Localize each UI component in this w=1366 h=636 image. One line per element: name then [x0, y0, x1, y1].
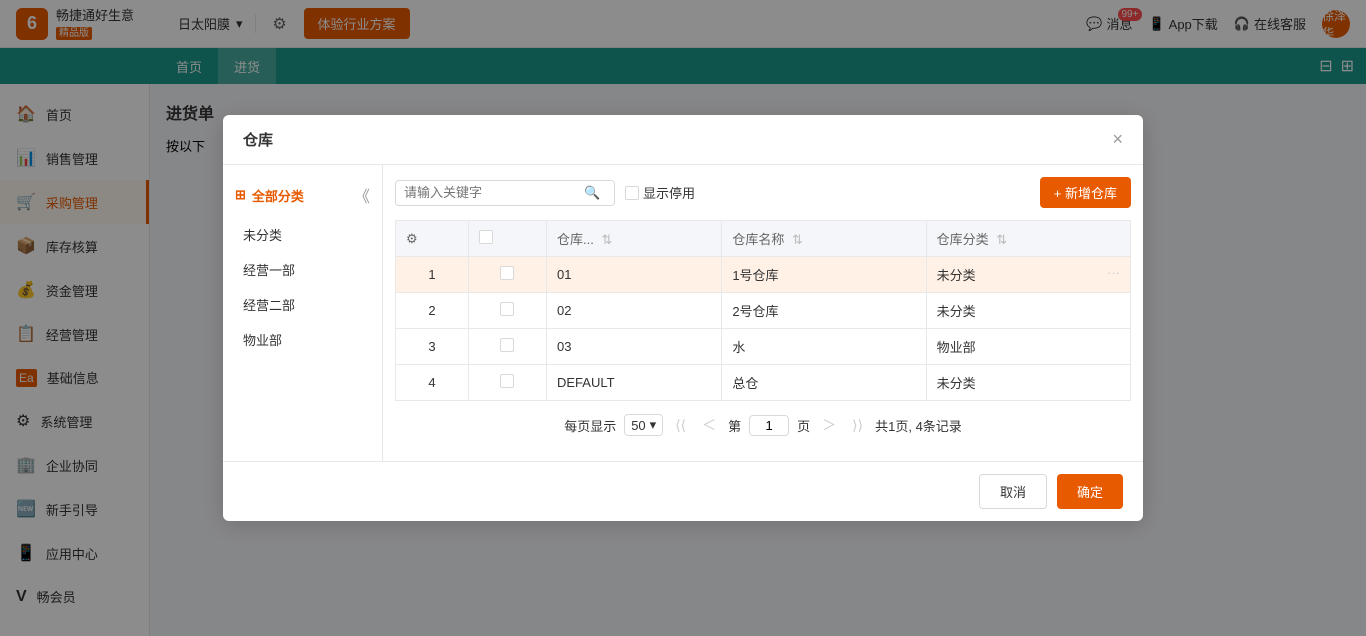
- row-checkbox-1[interactable]: [468, 257, 546, 293]
- table-body: 1 01 1号仓库 未分类 ··· 2: [396, 257, 1131, 401]
- row-name-3: 水: [722, 329, 926, 365]
- search-box: 🔍: [395, 180, 615, 206]
- row-category-3: 物业部: [926, 329, 1130, 365]
- first-page-button[interactable]: ⟨⟨: [671, 415, 690, 436]
- prev-page-button[interactable]: ＜: [698, 413, 720, 437]
- category-header: ⊞ 全部分类 《: [223, 177, 382, 217]
- category-item-dept2[interactable]: 经营二部: [223, 287, 382, 322]
- row-checkbox-2[interactable]: [468, 293, 546, 329]
- cancel-button[interactable]: 取消: [979, 474, 1047, 509]
- row-code-3: 03: [546, 329, 721, 365]
- warehouse-modal: 仓库 × ⊞ 全部分类 《 未分类 经营一部: [223, 115, 1143, 521]
- grid-icon: ⊞: [235, 187, 246, 203]
- row-category-2: 未分类: [926, 293, 1130, 329]
- category-item-unclassified[interactable]: 未分类: [223, 217, 382, 252]
- category-col-header: 仓库分类 ⇅: [926, 221, 1130, 257]
- modal-header: 仓库 ×: [223, 115, 1143, 165]
- modal-body: ⊞ 全部分类 《 未分类 经营一部 经营二部 物业部: [223, 165, 1143, 461]
- search-icon[interactable]: 🔍: [584, 185, 600, 201]
- select-all-checkbox[interactable]: [479, 230, 493, 244]
- row-name-4: 总仓: [722, 365, 926, 401]
- pagination: 每页显示 50 ▾ ⟨⟨ ＜ 第 页 ＞ ⟩⟩ 共1页, 4条记录: [395, 401, 1131, 449]
- modal-overlay: 仓库 × ⊞ 全部分类 《 未分类 经营一部: [0, 0, 1366, 636]
- last-page-button[interactable]: ⟩⟩: [848, 415, 867, 436]
- table-row[interactable]: 3 03 水 物业部: [396, 329, 1131, 365]
- row-select-4[interactable]: [500, 374, 514, 388]
- page-label: 第: [728, 416, 741, 435]
- col-settings-icon: ⚙: [406, 231, 418, 246]
- category-sort-icon[interactable]: ⇅: [996, 232, 1007, 247]
- next-page-button[interactable]: ＞: [818, 413, 840, 437]
- page-unit: 页: [797, 416, 810, 435]
- collapse-icon[interactable]: 《: [354, 183, 370, 207]
- row-name-2: 2号仓库: [722, 293, 926, 329]
- table-row[interactable]: 1 01 1号仓库 未分类 ···: [396, 257, 1131, 293]
- page-input[interactable]: [749, 415, 789, 436]
- row-category-1: 未分类 ···: [926, 257, 1130, 293]
- row-code-1: 01: [546, 257, 721, 293]
- table-row[interactable]: 4 DEFAULT 总仓 未分类: [396, 365, 1131, 401]
- row-code-4: DEFAULT: [546, 365, 721, 401]
- settings-col-header: ⚙: [396, 221, 469, 257]
- show-disabled-label[interactable]: 显示停用: [625, 183, 695, 202]
- search-input[interactable]: [404, 185, 584, 200]
- row-checkbox-3[interactable]: [468, 329, 546, 365]
- row-select-1[interactable]: [500, 266, 514, 280]
- name-sort-icon[interactable]: ⇅: [792, 232, 803, 247]
- table-row[interactable]: 2 02 2号仓库 未分类: [396, 293, 1131, 329]
- table-header-row: ⚙ 仓库... ⇅ 仓库名称 ⇅: [396, 221, 1131, 257]
- show-disabled-checkbox[interactable]: [625, 186, 639, 200]
- modal-title: 仓库: [243, 129, 273, 150]
- row-num-3: 3: [396, 329, 469, 365]
- category-item-dept1[interactable]: 经营一部: [223, 252, 382, 287]
- row-code-2: 02: [546, 293, 721, 329]
- category-item-property[interactable]: 物业部: [223, 322, 382, 357]
- category-all-label: 全部分类: [252, 186, 304, 205]
- row-checkbox-4[interactable]: [468, 365, 546, 401]
- row-more-1[interactable]: ···: [1107, 265, 1120, 280]
- modal-close-button[interactable]: ×: [1112, 129, 1123, 150]
- category-all-item[interactable]: ⊞ 全部分类: [235, 186, 304, 205]
- row-select-3[interactable]: [500, 338, 514, 352]
- row-num-1: 1: [396, 257, 469, 293]
- total-info: 共1页, 4条记录: [875, 416, 962, 435]
- table-toolbar: 🔍 显示停用 + 新增仓库: [395, 177, 1131, 208]
- row-select-2[interactable]: [500, 302, 514, 316]
- row-name-1: 1号仓库: [722, 257, 926, 293]
- table-panel: 🔍 显示停用 + 新增仓库 ⚙: [383, 165, 1143, 461]
- add-warehouse-button[interactable]: + 新增仓库: [1040, 177, 1131, 208]
- warehouse-table: ⚙ 仓库... ⇅ 仓库名称 ⇅: [395, 220, 1131, 401]
- table-header: ⚙ 仓库... ⇅ 仓库名称 ⇅: [396, 221, 1131, 257]
- row-num-4: 4: [396, 365, 469, 401]
- modal-footer: 取消 确定: [223, 461, 1143, 521]
- confirm-button[interactable]: 确定: [1057, 474, 1123, 509]
- row-num-2: 2: [396, 293, 469, 329]
- code-col-header: 仓库... ⇅: [546, 221, 721, 257]
- code-sort-icon[interactable]: ⇅: [601, 232, 612, 247]
- per-page-chevron: ▾: [650, 417, 657, 433]
- row-category-4: 未分类: [926, 365, 1130, 401]
- per-page-label: 每页显示: [564, 416, 616, 435]
- per-page-select[interactable]: 50 ▾: [624, 414, 663, 436]
- category-panel: ⊞ 全部分类 《 未分类 经营一部 经营二部 物业部: [223, 165, 383, 461]
- checkbox-col-header: [468, 221, 546, 257]
- name-col-header: 仓库名称 ⇅: [722, 221, 926, 257]
